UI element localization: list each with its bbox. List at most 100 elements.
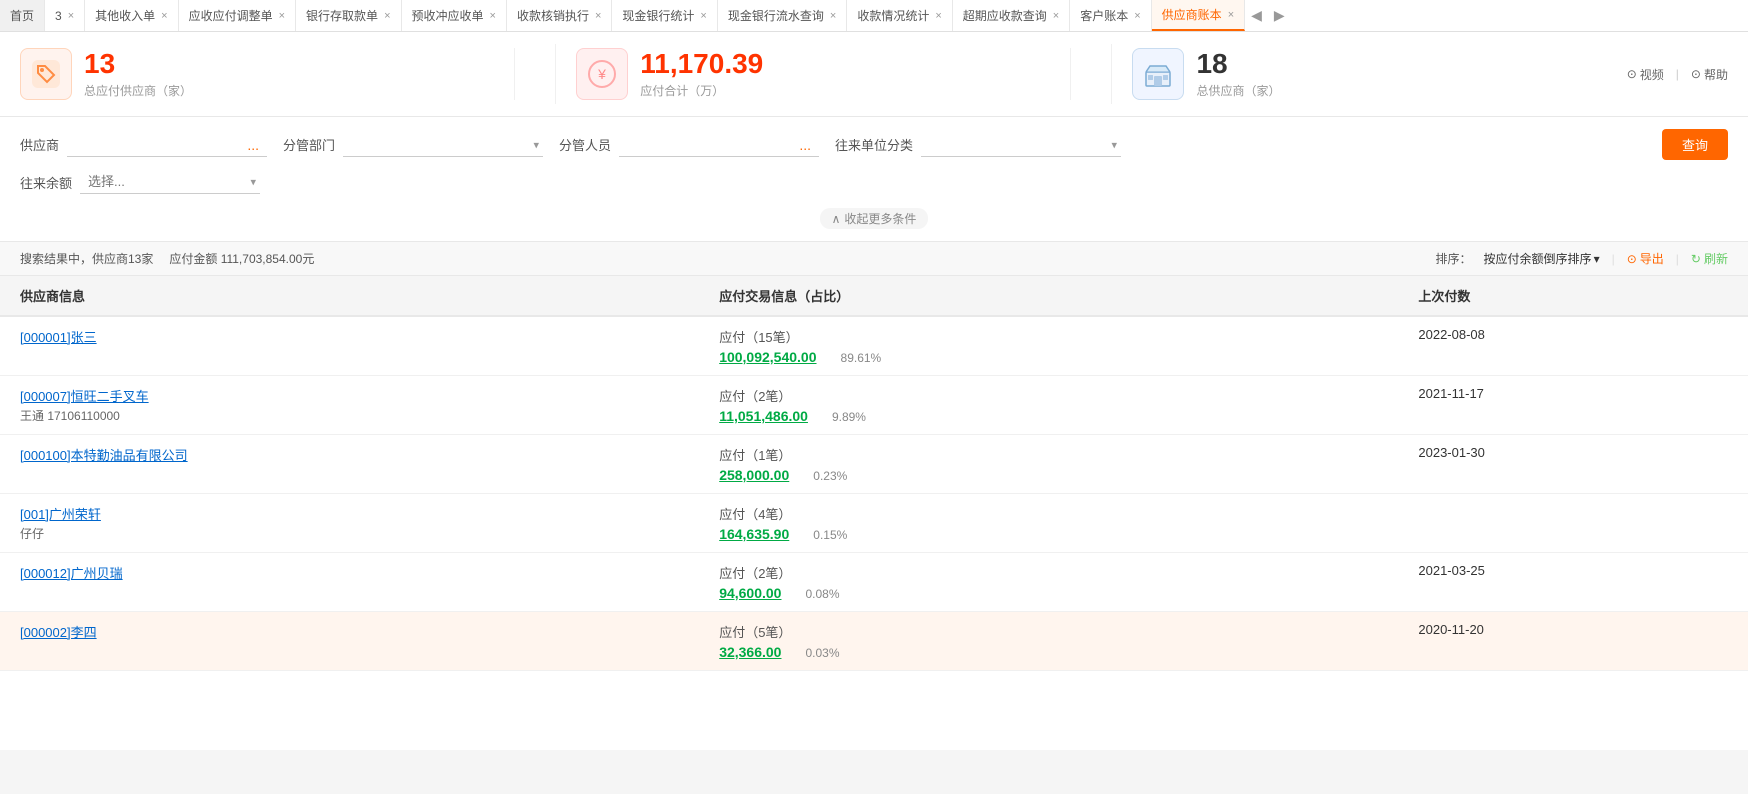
nav-cash-bank-stat[interactable]: 现金银行统计 × (612, 0, 717, 31)
stat-ap-amount-info: 11,170.39 应付合计（万） (640, 49, 763, 99)
nav-prev-arrow[interactable]: ◀ (1245, 0, 1268, 31)
amount-icon: ¥ (576, 48, 628, 100)
nav-prepay-charge-close[interactable]: × (490, 10, 496, 22)
nav-cash-bank-flow[interactable]: 现金银行流水查询 × (718, 0, 847, 31)
table-body: [000001]张三 应付（15笔）100,092,540.0089.61%202… (0, 316, 1748, 671)
balance-filter-label: 往来余额 (20, 173, 72, 192)
payable-amount-0[interactable]: 100,092,540.00 (719, 349, 816, 365)
payable-pct-3: 0.15% (813, 528, 847, 542)
supplier-link-3[interactable]: [001]广州荣轩 (20, 507, 101, 522)
nav-bank-deposit-close[interactable]: × (384, 10, 390, 22)
collapse-button[interactable]: ∧ 收起更多条件 (820, 208, 929, 229)
nav-customer-ledger[interactable]: 客户账本 × (1070, 0, 1151, 31)
nav-payment-verify-label: 收款核销执行 (517, 7, 589, 24)
help-link[interactable]: ⊙ 帮助 (1691, 66, 1728, 83)
divider-1: | (1612, 252, 1615, 266)
person-dots-icon[interactable]: ... (799, 137, 811, 153)
nav-payment-stat[interactable]: 收款情况统计 × (847, 0, 952, 31)
supplier-tag-icon (20, 48, 72, 100)
nav-ar-ap-adjust-label: 应收应付调整单 (189, 7, 273, 24)
supplier-link-5[interactable]: [000002]李四 (20, 625, 97, 640)
last-pay-cell-1: 2021-11-17 (1398, 376, 1748, 435)
col-payable-info: 应付交易信息（占比） (699, 276, 1398, 316)
nav-payment-stat-close[interactable]: × (935, 10, 941, 22)
nav-customer-ledger-close[interactable]: × (1134, 10, 1140, 22)
dept-filter-label: 分管部门 (283, 135, 335, 154)
table-row: [000001]张三 应付（15笔）100,092,540.0089.61%202… (0, 316, 1748, 376)
supplier-sub-3: 仔仔 (20, 525, 679, 542)
nav-payment-stat-label: 收款情况统计 (857, 7, 929, 24)
nav-cash-bank-stat-label: 现金银行统计 (622, 7, 694, 24)
nav-ar-ap-adjust[interactable]: 应收应付调整单 × (179, 0, 296, 31)
supplier-link-0[interactable]: [000001]张三 (20, 330, 97, 345)
payable-count-2: 应付（1笔） (719, 445, 1378, 464)
nav-next-arrow[interactable]: ▶ (1268, 0, 1291, 31)
person-input[interactable] (619, 133, 819, 157)
refresh-icon: ↻ (1691, 252, 1701, 266)
nav-overdue-ar-close[interactable]: × (1053, 10, 1059, 22)
supplier-link-2[interactable]: [000100]本特勤油品有限公司 (20, 448, 188, 463)
payable-amount-2[interactable]: 258,000.00 (719, 467, 789, 483)
help-icon: ⊙ (1691, 67, 1701, 81)
nav-supplier-ledger[interactable]: 供应商账本 × (1152, 0, 1245, 31)
payable-count-3: 应付（4笔） (719, 504, 1378, 523)
supplier-link-1[interactable]: [000007]恒旺二手叉车 (20, 389, 149, 404)
nav-overdue-ar-label: 超期应收款查询 (963, 7, 1047, 24)
nav-tab3[interactable]: 3 × (45, 0, 85, 31)
nav-other-income[interactable]: 其他收入单 × (85, 0, 178, 31)
col-last-pay: 上次付数 (1398, 276, 1748, 316)
payable-cell-2: 应付（1笔）258,000.000.23% (699, 435, 1398, 494)
stat-ap-amount-label: 应付合计（万） (640, 82, 763, 99)
nav-ar-ap-adjust-close[interactable]: × (279, 10, 285, 22)
supplier-table: 供应商信息 应付交易信息（占比） 上次付数 [000001]张三 应付（15笔）1… (0, 276, 1748, 671)
filter-supplier: 供应商 ... (20, 133, 267, 157)
filter-area: 供应商 ... 分管部门 ▾ 分管人员 ... 往来单位分类 (0, 117, 1748, 242)
category-input[interactable] (921, 133, 1121, 157)
nav-payment-verify-close[interactable]: × (595, 10, 601, 22)
payable-cell-0: 应付（15笔）100,092,540.0089.61% (699, 316, 1398, 376)
payable-amount-4[interactable]: 94,600.00 (719, 585, 781, 601)
payable-amount-5[interactable]: 32,366.00 (719, 644, 781, 660)
divider-2: | (1676, 252, 1679, 266)
supplier-cell-4: [000012]广州贝瑞 (0, 553, 699, 612)
nav-supplier-ledger-label: 供应商账本 (1162, 6, 1222, 23)
nav-bank-deposit-label: 银行存取款单 (306, 7, 378, 24)
nav-prepay-charge-label: 预收冲应收单 (412, 7, 484, 24)
help-links: ⊙ 视频 | ⊙ 帮助 (1627, 66, 1728, 83)
nav-payment-verify[interactable]: 收款核销执行 × (507, 0, 612, 31)
results-info: 搜索结果中，供应商13家 应付金额 111,703,854.00元 (20, 250, 314, 267)
nav-tab3-close[interactable]: × (68, 10, 74, 22)
nav-home[interactable]: 首页 (0, 0, 45, 31)
query-button[interactable]: 查询 (1662, 129, 1728, 160)
sort-select[interactable]: 按应付余额倒序排序 ▾ (1484, 250, 1600, 267)
nav-overdue-ar[interactable]: 超期应收款查询 × (953, 0, 1070, 31)
nav-cash-bank-flow-close[interactable]: × (830, 10, 836, 22)
payable-cell-3: 应付（4笔） 164,635.90 0.15% (699, 494, 1398, 553)
nav-bank-deposit[interactable]: 银行存取款单 × (296, 0, 401, 31)
dept-input[interactable] (343, 133, 543, 157)
col-supplier-info: 供应商信息 (0, 276, 699, 316)
nav-supplier-ledger-close[interactable]: × (1228, 9, 1234, 21)
collapse-bar: ∧ 收起更多条件 (20, 204, 1728, 233)
table-header: 供应商信息 应付交易信息（占比） 上次付数 (0, 276, 1748, 316)
balance-input[interactable] (80, 170, 260, 194)
video-link[interactable]: ⊙ 视频 (1627, 66, 1664, 83)
supplier-dots-icon[interactable]: ... (247, 137, 259, 153)
payable-amount-3[interactable]: 164,635.90 (719, 526, 789, 542)
person-input-wrapper: ... (619, 133, 819, 157)
nav-other-income-close[interactable]: × (161, 10, 167, 22)
export-button[interactable]: ⊙ 导出 (1627, 250, 1664, 267)
supplier-link-4[interactable]: [000012]广州贝瑞 (20, 566, 123, 581)
stat-ap-suppliers-label: 总应付供应商（家） (84, 82, 192, 99)
supplier-input[interactable] (67, 133, 267, 157)
supplier-cell-1: [000007]恒旺二手叉车王通 17106110000 (0, 376, 699, 435)
payable-cell-1: 应付（2笔）11,051,486.009.89% (699, 376, 1398, 435)
results-actions: 排序： 按应付余额倒序排序 ▾ | ⊙ 导出 | ↻ 刷新 (1436, 250, 1728, 267)
nav-prepay-charge[interactable]: 预收冲应收单 × (402, 0, 507, 31)
last-pay-cell-0: 2022-08-08 (1398, 316, 1748, 376)
refresh-button[interactable]: ↻ 刷新 (1691, 250, 1728, 267)
nav-other-income-label: 其他收入单 (95, 7, 155, 24)
nav-cash-bank-stat-close[interactable]: × (700, 10, 706, 22)
payable-amount-1[interactable]: 11,051,486.00 (719, 408, 808, 424)
payable-count-1: 应付（2笔） (719, 386, 1378, 405)
